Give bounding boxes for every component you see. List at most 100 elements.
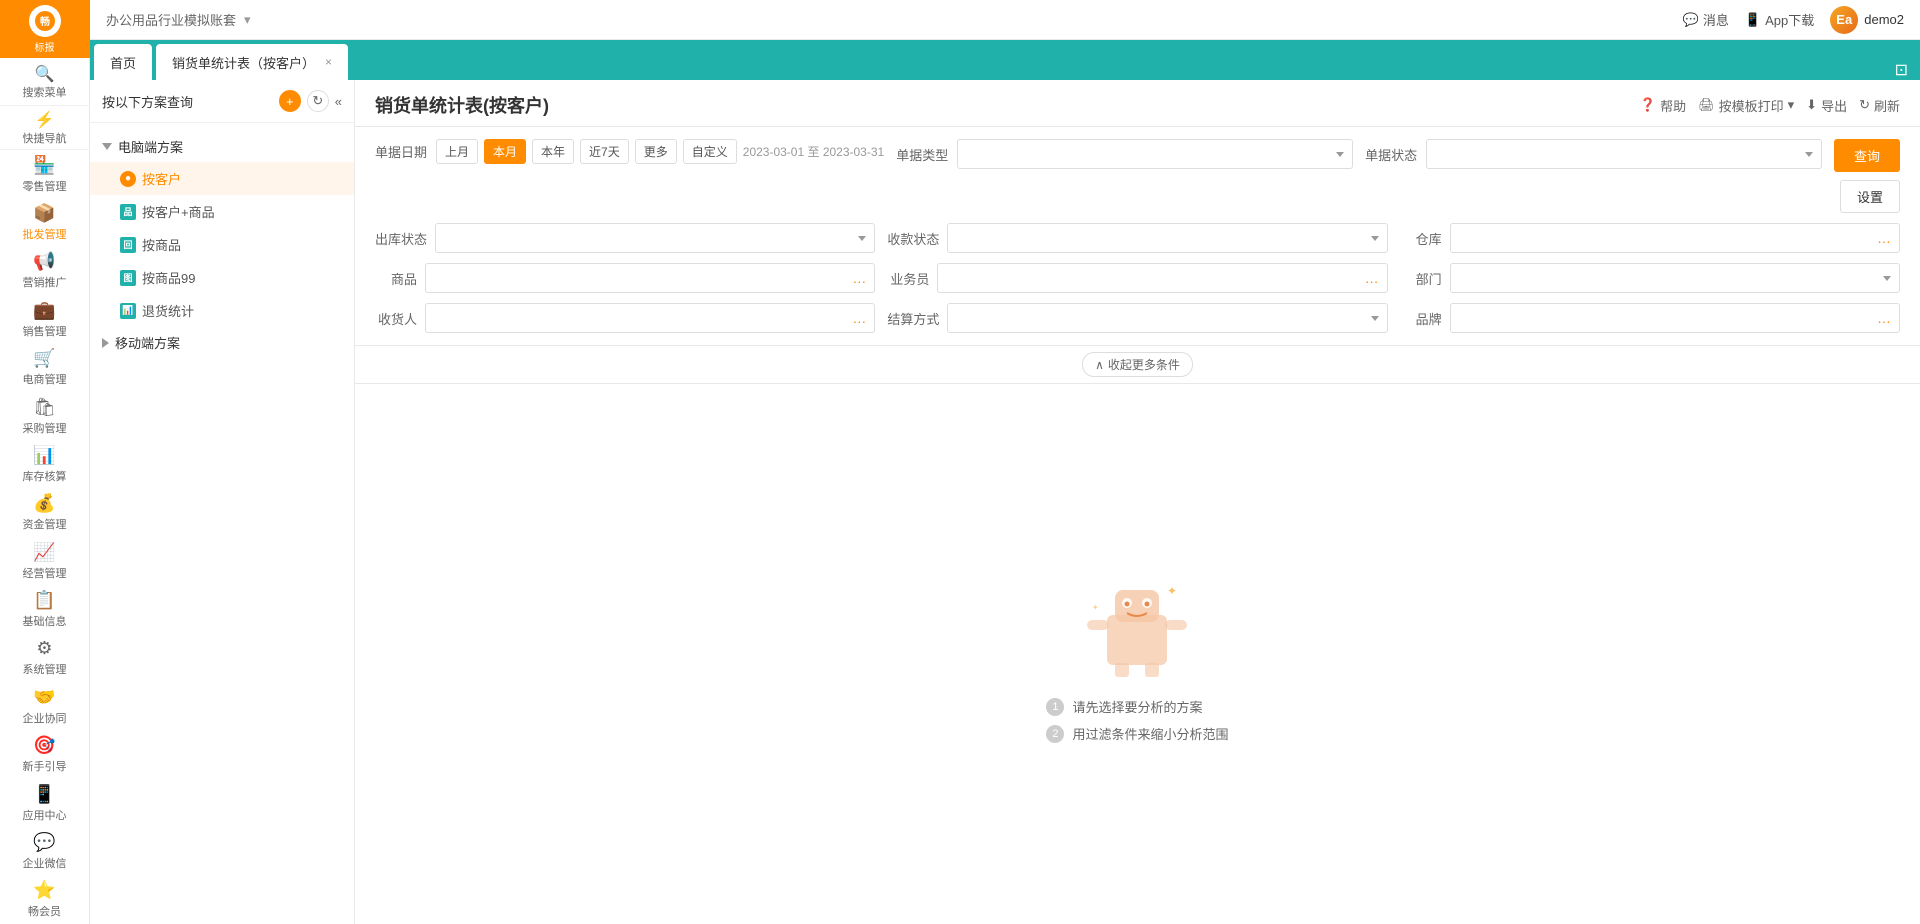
empty-state: ✦ ✦ 1 请先选择要分析的方案 2 用过滤条件来缩小分析范围	[1046, 565, 1228, 743]
tab-bar: 首页 销货单统计表（按客户） × ⊡	[90, 40, 1920, 80]
message-icon: 💬	[1683, 12, 1699, 28]
query-button[interactable]: 查询	[1834, 139, 1900, 172]
brand-dots[interactable]: …	[1877, 310, 1891, 326]
left-panel: 按以下方案查询 + ↻ « 电脑端方案 ● 按客户	[90, 80, 355, 924]
scheme-item-by-goods99[interactable]: 图 按商品99	[90, 261, 354, 294]
custom-date-btn[interactable]: 自定义	[683, 139, 737, 164]
payment-status-select[interactable]	[947, 223, 1387, 253]
sidebar-item-finance[interactable]: 💰 资金管理	[0, 489, 90, 537]
this-month-btn[interactable]: 本月	[484, 139, 526, 164]
logo-icon: 畅	[29, 5, 61, 37]
tab-sales-stat-label: 销货单统计表（按客户）	[172, 53, 315, 72]
sidebar-item-ecommerce[interactable]: 🛒 电商管理	[0, 344, 90, 392]
receiver-dots[interactable]: …	[852, 310, 866, 326]
scheme-item-by-customer-goods[interactable]: 品 按客户+商品	[90, 195, 354, 228]
search-menu[interactable]: 🔍 搜索菜单	[0, 58, 90, 106]
warehouse-dots[interactable]: …	[1877, 230, 1891, 246]
receiver-input[interactable]: …	[425, 303, 875, 333]
tab-expand-button[interactable]: ⊡	[1883, 60, 1920, 80]
receiver-label: 收货人	[375, 309, 417, 328]
salesperson-label: 业务员	[887, 269, 929, 288]
refresh-button[interactable]: ↻ 刷新	[1859, 96, 1900, 115]
collapse-label: 收起更多条件	[1108, 356, 1180, 373]
quick-nav[interactable]: ⚡ 快捷导航	[0, 106, 90, 150]
vip-icon: ⭐	[33, 880, 55, 901]
sidebar-item-system[interactable]: ⚙ 系统管理	[0, 634, 90, 682]
tab-sales-stat[interactable]: 销货单统计表（按客户） ×	[156, 44, 348, 80]
dept-label: 部门	[1400, 269, 1442, 288]
export-button[interactable]: ⬇ 导出	[1806, 96, 1847, 115]
salesperson-input[interactable]: …	[937, 263, 1387, 293]
scheme-bar-icon: 📊	[120, 303, 136, 319]
tab-close-icon[interactable]: ×	[325, 55, 332, 69]
salesperson-dots[interactable]: …	[1365, 270, 1379, 286]
goods-input[interactable]: …	[425, 263, 875, 293]
sidebar-item-wechat[interactable]: 💬 企业微信	[0, 827, 90, 875]
sidebar-item-cooperation[interactable]: 🤝 企业协同	[0, 682, 90, 730]
date-buttons: 上月 本月 本年 近7天 更多 自定义	[436, 139, 737, 164]
prev-month-btn[interactable]: 上月	[436, 139, 478, 164]
data-area: ✦ ✦ 1 请先选择要分析的方案 2 用过滤条件来缩小分析范围	[355, 384, 1920, 924]
wechat-icon: 💬	[33, 832, 55, 853]
empty-tips: 1 请先选择要分析的方案 2 用过滤条件来缩小分析范围	[1046, 697, 1228, 743]
scheme-item-by-customer[interactable]: ● 按客户	[90, 162, 354, 195]
out-status-select[interactable]	[435, 223, 875, 253]
collapse-bar[interactable]: ∧ 收起更多条件	[355, 346, 1920, 384]
sidebar-item-vip[interactable]: ⭐ 畅会员	[0, 876, 90, 924]
left-panel-actions: + ↻ «	[279, 90, 342, 112]
filter-area: 单据日期 上月 本月 本年 近7天 更多 自定义 2023-03-01 至 20…	[355, 127, 1920, 346]
svg-text:✦: ✦	[1092, 603, 1099, 612]
dept-select[interactable]	[1450, 263, 1900, 293]
sidebar-item-purchase[interactable]: 🛍 采购管理	[0, 392, 90, 440]
header-dropdown-icon[interactable]: ▾	[244, 12, 251, 28]
last-7days-btn[interactable]: 近7天	[580, 139, 629, 164]
sidebar-item-operation[interactable]: 📈 经营管理	[0, 537, 90, 585]
brand-cell: 品牌 …	[1400, 303, 1900, 333]
sidebar-item-wholesale[interactable]: 📦 批发管理	[0, 198, 90, 246]
payment-status-arrow	[1371, 236, 1379, 241]
more-date-btn[interactable]: 更多	[635, 139, 677, 164]
settlement-select[interactable]	[947, 303, 1387, 333]
collapse-panel-button[interactable]: «	[335, 94, 342, 109]
left-panel-header: 按以下方案查询 + ↻ «	[90, 80, 354, 123]
header-right: 💬 消息 📱 App下载 Ea demo2	[1683, 6, 1904, 34]
this-year-btn[interactable]: 本年	[532, 139, 574, 164]
tip-num-2: 2	[1046, 725, 1064, 743]
refresh-icon: ↻	[1859, 97, 1870, 113]
app-download-button[interactable]: 📱 App下载	[1745, 10, 1814, 29]
scheme-group-mobile-header[interactable]: 移动端方案	[90, 327, 354, 358]
settings-button[interactable]: 设置	[1840, 180, 1900, 213]
inventory-icon: 📊	[33, 445, 55, 466]
tip-num-1: 1	[1046, 698, 1064, 716]
sidebar-item-retail[interactable]: 🏪 零售管理	[0, 150, 90, 198]
sidebar-item-marketing[interactable]: 📢 营销推广	[0, 247, 90, 295]
sidebar-item-sales[interactable]: 💼 销售管理	[0, 295, 90, 343]
page-title: 销货单统计表(按客户)	[375, 92, 549, 118]
sidebar-item-appstore[interactable]: 📱 应用中心	[0, 779, 90, 827]
out-status-label: 出库状态	[375, 229, 427, 248]
tab-home-label: 首页	[110, 53, 136, 72]
doc-type-select[interactable]	[957, 139, 1353, 169]
warehouse-input[interactable]: …	[1450, 223, 1900, 253]
collapse-more-button[interactable]: ∧ 收起更多条件	[1082, 352, 1193, 377]
scheme-item-by-goods[interactable]: 回 按商品	[90, 228, 354, 261]
sidebar-item-guide[interactable]: 🎯 新手引导	[0, 731, 90, 779]
brand-input[interactable]: …	[1450, 303, 1900, 333]
logo[interactable]: 畅 标报	[0, 0, 90, 58]
user-area[interactable]: Ea demo2	[1830, 6, 1904, 34]
doc-status-select[interactable]	[1426, 139, 1822, 169]
message-button[interactable]: 💬 消息	[1683, 10, 1729, 29]
sidebar-item-inventory[interactable]: 📊 库存核算	[0, 440, 90, 488]
add-scheme-button[interactable]: +	[279, 90, 301, 112]
group-expand-icon	[102, 143, 112, 150]
tab-home[interactable]: 首页	[94, 44, 152, 80]
sidebar: 畅 标报 🔍 搜索菜单 ⚡ 快捷导航 🏪 零售管理 📦 批发管理 📢 营销推广 …	[0, 0, 90, 924]
sidebar-item-basic[interactable]: 📋 基础信息	[0, 585, 90, 633]
scheme-group-desktop-header[interactable]: 电脑端方案	[90, 131, 354, 162]
help-button[interactable]: ❓ 帮助	[1640, 96, 1686, 115]
refresh-scheme-button[interactable]: ↻	[307, 90, 329, 112]
print-button[interactable]: 🖨 按模板打印 ▾	[1698, 96, 1794, 115]
scheme-item-return-stat[interactable]: 📊 退货统计	[90, 294, 354, 327]
settlement-cell: 结算方式	[887, 303, 1387, 333]
goods-dots[interactable]: …	[852, 270, 866, 286]
